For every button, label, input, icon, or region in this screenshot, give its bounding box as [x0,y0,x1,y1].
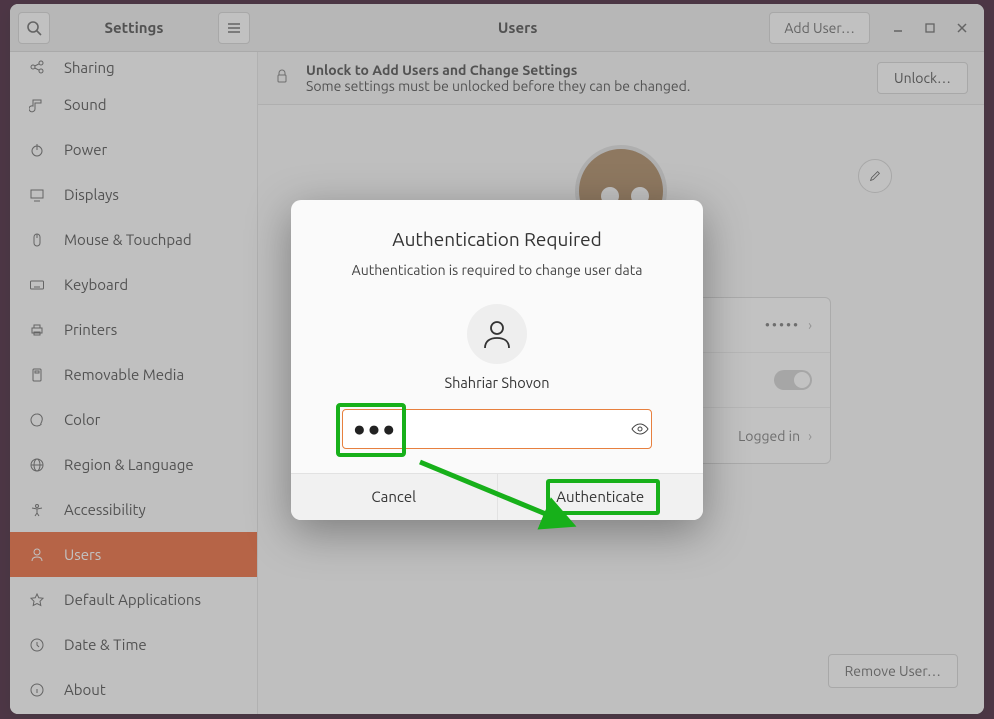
auth-dialog: Authentication Required Authentication i… [291,200,703,520]
reveal-password-button[interactable] [631,420,649,438]
dialog-message: Authentication is required to change use… [352,262,643,278]
cancel-button[interactable]: Cancel [291,474,497,520]
auth-username: Shahriar Shovon [444,374,549,391]
password-field-wrap [342,409,652,449]
password-input[interactable] [353,417,631,441]
authenticate-button[interactable]: Authenticate [497,474,704,520]
auth-avatar [467,304,527,364]
person-icon [480,317,514,351]
dialog-title: Authentication Required [392,228,602,250]
eye-icon [631,420,649,438]
modal-overlay: Authentication Required Authentication i… [0,0,994,719]
